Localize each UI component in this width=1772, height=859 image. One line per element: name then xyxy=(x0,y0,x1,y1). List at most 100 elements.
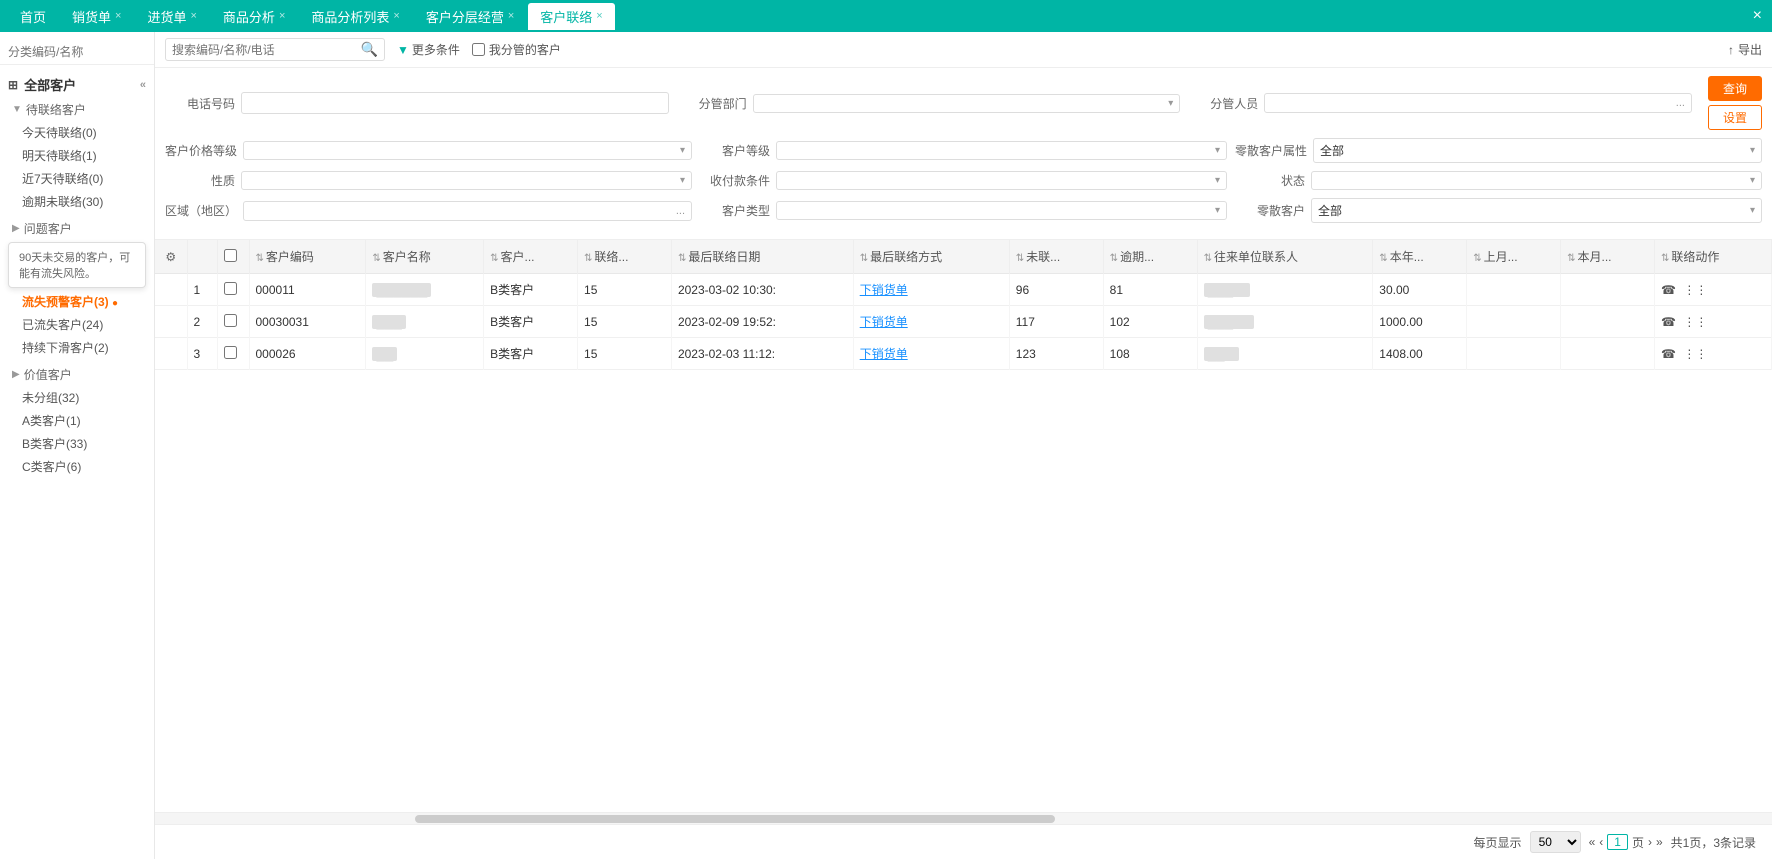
action-phone-1[interactable]: ☎ xyxy=(1661,315,1676,329)
sidebar-group-title-1[interactable]: ▶问题客户 xyxy=(0,217,154,240)
action-more-2[interactable]: ⋮⋮ xyxy=(1683,347,1707,361)
sort-indicator-contacts[interactable]: ⇅ xyxy=(584,253,592,264)
sort-indicator-last_contact_date[interactable]: ⇅ xyxy=(678,253,686,264)
nav-item-5[interactable]: 客户分层经营× xyxy=(414,3,526,30)
sidebar-group-title-0[interactable]: ▼待联络客户 xyxy=(0,98,154,121)
row-last_contact_method-0[interactable]: 下销货单 xyxy=(853,274,1009,306)
first-page-button[interactable]: « xyxy=(1589,835,1596,849)
row-actions-2[interactable]: ☎ ⋮⋮ xyxy=(1655,338,1772,370)
row-checkbox-2[interactable] xyxy=(224,346,237,359)
all-customers-header[interactable]: ⊞ 全部客户 « xyxy=(0,71,154,98)
app-close-button[interactable]: × xyxy=(1753,7,1762,25)
sidebar-item-2-2[interactable]: B类客户(33) xyxy=(0,432,154,455)
table-footer: 每页显示 50 100 200 « ‹ 1 页 › » 共1页，3条记录 xyxy=(155,824,1772,859)
table-settings-col[interactable]: ⚙ xyxy=(155,240,187,274)
contact-method-link-0[interactable]: 下销货单 xyxy=(860,283,908,297)
settings-button[interactable]: 设置 xyxy=(1708,105,1762,130)
sort-indicator-no_contact_days[interactable]: ⇅ xyxy=(1016,253,1024,264)
sidebar-item-2-0[interactable]: 未分组(32) xyxy=(0,386,154,409)
select-extra-0-2: ... xyxy=(1676,97,1685,109)
sort-indicator-customer_type[interactable]: ⇅ xyxy=(490,253,498,264)
filter-select-2-0[interactable]: ▾ xyxy=(241,171,692,190)
row-checkbox-1[interactable] xyxy=(224,314,237,327)
my-customers-checkbox-area[interactable]: 我分管的客户 xyxy=(472,41,561,58)
row-actions-1[interactable]: ☎ ⋮⋮ xyxy=(1655,306,1772,338)
filter-select-2-2[interactable]: ▾ xyxy=(1311,171,1762,190)
sidebar-item-0-0[interactable]: 今天待联络(0) xyxy=(0,121,154,144)
sidebar-search-input[interactable] xyxy=(8,45,155,59)
toolbar-search-input[interactable] xyxy=(172,43,361,57)
filter-select-0-2[interactable]: ... xyxy=(1264,93,1692,113)
sort-indicator-this_year[interactable]: ⇅ xyxy=(1379,253,1387,264)
filter-select-3-1[interactable]: ▾ xyxy=(776,201,1227,220)
nav-item-6[interactable]: 客户联络× xyxy=(528,3,614,30)
query-button[interactable]: 查询 xyxy=(1708,76,1762,101)
sort-indicator-customer_code[interactable]: ⇅ xyxy=(256,253,264,264)
scrollbar-thumb[interactable] xyxy=(415,815,1055,823)
row-checkbox-td-1[interactable] xyxy=(217,306,249,338)
row-checkbox-td-0[interactable] xyxy=(217,274,249,306)
nav-item-2[interactable]: 进货单× xyxy=(135,3,208,30)
sort-indicator-customer_name[interactable]: ⇅ xyxy=(372,253,380,264)
sidebar-item-0-1[interactable]: 明天待联络(1) xyxy=(0,144,154,167)
prev-page-button[interactable]: ‹ xyxy=(1599,835,1603,849)
sort-indicator-last_month[interactable]: ⇅ xyxy=(1473,253,1481,264)
row-checkbox-0[interactable] xyxy=(224,282,237,295)
nav-item-3[interactable]: 商品分析× xyxy=(211,3,297,30)
select-all-checkbox[interactable] xyxy=(224,249,237,262)
nav-close-icon-4[interactable]: × xyxy=(393,10,399,22)
filter-select-1-2[interactable]: 全部▾ xyxy=(1313,138,1762,163)
nav-close-icon-2[interactable]: × xyxy=(190,10,196,22)
next-page-button[interactable]: › xyxy=(1648,835,1652,849)
col-header-checkbox[interactable] xyxy=(217,240,249,274)
page-size-select[interactable]: 50 100 200 xyxy=(1530,831,1581,853)
action-phone-2[interactable]: ☎ xyxy=(1661,347,1676,361)
sidebar-item-2-1[interactable]: A类客户(1) xyxy=(0,409,154,432)
filter-select-3-2[interactable]: 全部▾ xyxy=(1311,198,1762,223)
action-more-0[interactable]: ⋮⋮ xyxy=(1683,283,1707,297)
sort-indicator-actions[interactable]: ⇅ xyxy=(1661,253,1669,264)
horizontal-scrollbar[interactable] xyxy=(155,812,1772,824)
nav-close-icon-1[interactable]: × xyxy=(115,10,121,22)
nav-item-0[interactable]: 首页 xyxy=(8,3,58,30)
nav-close-icon-6[interactable]: × xyxy=(596,10,602,22)
filter-select-0-1[interactable]: ▾ xyxy=(753,94,1181,113)
row-last_contact_method-2[interactable]: 下销货单 xyxy=(853,338,1009,370)
sidebar-group-title-2[interactable]: ▶价值客户 xyxy=(0,363,154,386)
sort-indicator-overdue[interactable]: ⇅ xyxy=(1110,253,1118,264)
filter-select-1-0[interactable]: ▾ xyxy=(243,141,692,160)
nav-item-1[interactable]: 销货单× xyxy=(60,3,133,30)
toolbar-search-button[interactable]: 🔍 xyxy=(361,41,378,58)
row-index-1: 2 xyxy=(187,306,217,338)
action-more-1[interactable]: ⋮⋮ xyxy=(1683,315,1707,329)
sidebar-item-1-1[interactable]: 已流失客户(24) xyxy=(0,313,154,336)
sidebar-item-0-3[interactable]: 逾期未联络(30) xyxy=(0,190,154,213)
filter-input-0-0[interactable] xyxy=(241,92,669,114)
filter-select-3-0[interactable]: ... xyxy=(243,201,692,221)
contact-method-link-1[interactable]: 下销货单 xyxy=(860,315,908,329)
last-page-button[interactable]: » xyxy=(1656,835,1663,849)
filter-select-2-1[interactable]: ▾ xyxy=(776,171,1227,190)
sidebar-item-2-3[interactable]: C类客户(6) xyxy=(0,455,154,478)
export-button[interactable]: ↑ 导出 xyxy=(1728,41,1762,58)
sort-indicator-last_contact_method[interactable]: ⇅ xyxy=(860,253,868,264)
sidebar-item-1-0[interactable]: 流失预警客户(3) ● xyxy=(0,290,154,313)
row-last_contact_method-1[interactable]: 下销货单 xyxy=(853,306,1009,338)
sort-indicator-this_month[interactable]: ⇅ xyxy=(1567,253,1575,264)
action-phone-0[interactable]: ☎ xyxy=(1661,283,1676,297)
sidebar-item-1-2[interactable]: 持续下滑客户(2) xyxy=(0,336,154,359)
row-checkbox-td-2[interactable] xyxy=(217,338,249,370)
settings-icon[interactable]: ⚙ xyxy=(165,250,176,264)
contact-method-link-2[interactable]: 下销货单 xyxy=(860,347,908,361)
my-customers-checkbox[interactable] xyxy=(472,43,485,56)
nav-item-4[interactable]: 商品分析列表× xyxy=(299,3,411,30)
filter-field-2-1: 收付款条件▾ xyxy=(700,171,1227,190)
filter-select-1-1[interactable]: ▾ xyxy=(776,141,1227,160)
sidebar-item-0-2[interactable]: 近7天待联络(0) xyxy=(0,167,154,190)
table-area[interactable]: ⚙⇅客户编码⇅客户名称⇅客户...⇅联络...⇅最后联络日期⇅最后联络方式⇅未联… xyxy=(155,240,1772,812)
sort-indicator-unit_contacts[interactable]: ⇅ xyxy=(1204,253,1212,264)
row-actions-0[interactable]: ☎ ⋮⋮ xyxy=(1655,274,1772,306)
nav-close-icon-5[interactable]: × xyxy=(508,10,514,22)
more-filter-button[interactable]: ▼ 更多条件 xyxy=(393,39,464,60)
nav-close-icon-3[interactable]: × xyxy=(279,10,285,22)
